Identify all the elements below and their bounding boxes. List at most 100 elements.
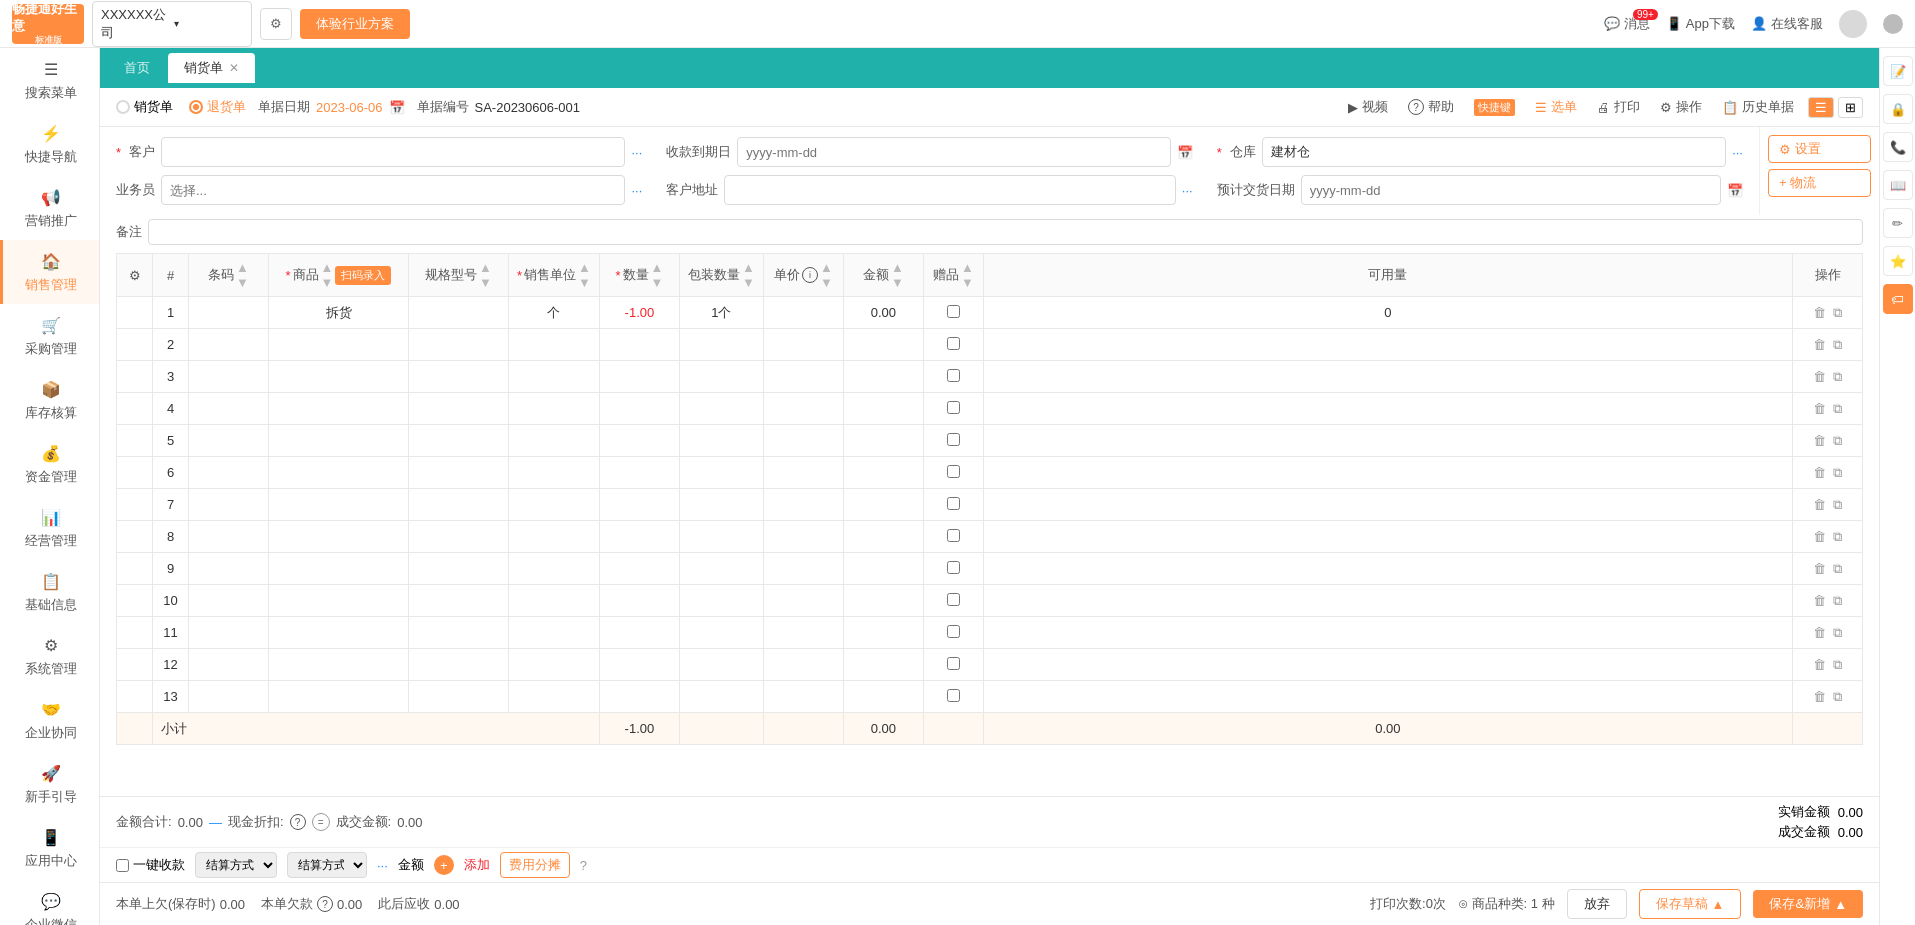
tab-sales-order[interactable]: 销货单 ✕ xyxy=(168,53,255,83)
row-product[interactable] xyxy=(269,521,409,553)
right-panel-lock-btn[interactable]: 🔒 xyxy=(1883,94,1913,124)
toolbar-operate-btn[interactable]: ⚙ 操作 xyxy=(1654,96,1708,118)
row-spec[interactable] xyxy=(409,553,509,585)
sidebar-item-marketing[interactable]: 📢 营销推广 xyxy=(0,176,99,240)
right-panel-book-btn[interactable]: 📖 xyxy=(1883,170,1913,200)
row-pkgqty[interactable] xyxy=(679,425,763,457)
view-list-btn[interactable]: ☰ xyxy=(1808,97,1834,118)
save-new-btn[interactable]: 保存&新增 ▲ xyxy=(1753,890,1863,918)
delete-icon[interactable]: 🗑 xyxy=(1813,561,1826,576)
row-amount[interactable] xyxy=(843,361,923,393)
row-qty[interactable] xyxy=(599,681,679,713)
delete-icon[interactable]: 🗑 xyxy=(1813,497,1826,512)
toolbar-video-btn[interactable]: ▶ 视频 xyxy=(1342,96,1394,118)
delete-icon[interactable]: 🗑 xyxy=(1813,593,1826,608)
tab-home[interactable]: 首页 xyxy=(108,53,166,83)
row-product[interactable] xyxy=(269,585,409,617)
scan-btn[interactable]: 扫码录入 xyxy=(335,266,391,285)
row-unit[interactable] xyxy=(509,489,600,521)
row-price[interactable] xyxy=(763,489,843,521)
row-spec[interactable] xyxy=(409,457,509,489)
sidebar-item-search-order[interactable]: ☰ 搜索菜单 xyxy=(0,48,99,112)
save-draft-btn[interactable]: 保存草稿 ▲ xyxy=(1639,889,1742,919)
row-amount[interactable] xyxy=(843,457,923,489)
sidebar-item-app-center[interactable]: 📱 应用中心 xyxy=(0,816,99,880)
settings-btn[interactable]: ⚙ 设置 xyxy=(1768,135,1871,163)
payment-method-select[interactable]: 结算方式 xyxy=(195,852,277,878)
row-spec[interactable] xyxy=(409,617,509,649)
row-spec[interactable] xyxy=(409,681,509,713)
row-price[interactable] xyxy=(763,553,843,585)
help-circle[interactable]: ? xyxy=(290,814,306,830)
toolbar-help-btn[interactable]: ? 帮助 xyxy=(1402,96,1460,118)
sidebar-item-sales-mgmt[interactable]: 🏠 销售管理 xyxy=(0,240,99,304)
sidebar-item-purchase-mgmt[interactable]: 🛒 采购管理 xyxy=(0,304,99,368)
help-icon-debt[interactable]: ? xyxy=(317,896,333,912)
delete-icon[interactable]: 🗑 xyxy=(1813,401,1826,416)
row-gift[interactable] xyxy=(923,393,983,425)
cost-help-icon[interactable]: ? xyxy=(580,858,587,873)
dash-icon[interactable]: — xyxy=(209,815,222,830)
avatar[interactable] xyxy=(1839,10,1867,38)
row-spec[interactable] xyxy=(409,649,509,681)
row-gift[interactable] xyxy=(923,425,983,457)
row-pkgqty[interactable] xyxy=(679,617,763,649)
calendar-expected-icon[interactable]: 📅 xyxy=(1727,183,1743,198)
row-barcode[interactable] xyxy=(189,297,269,329)
toolbar-print-btn[interactable]: 🖨 打印 xyxy=(1591,96,1646,118)
row-barcode[interactable] xyxy=(189,329,269,361)
row-amount[interactable] xyxy=(843,681,923,713)
right-panel-star-btn[interactable]: ⭐ xyxy=(1883,246,1913,276)
row-gift[interactable] xyxy=(923,617,983,649)
cost-split-btn[interactable]: 费用分摊 xyxy=(500,852,570,878)
delete-icon[interactable]: 🗑 xyxy=(1813,337,1826,352)
th-qty[interactable]: *数量 ▲▼ xyxy=(599,254,679,297)
th-spec[interactable]: 规格型号 ▲▼ xyxy=(409,254,509,297)
row-barcode[interactable] xyxy=(189,489,269,521)
row-gift[interactable] xyxy=(923,329,983,361)
row-spec[interactable] xyxy=(409,425,509,457)
sidebar-item-operations[interactable]: 📊 经营管理 xyxy=(0,496,99,560)
toolbar-shortcut-btn[interactable]: 快捷键 xyxy=(1468,97,1521,118)
row-gift[interactable] xyxy=(923,585,983,617)
row-spec[interactable] xyxy=(409,489,509,521)
copy-icon[interactable]: ⧉ xyxy=(1833,337,1842,352)
copy-icon[interactable]: ⧉ xyxy=(1833,657,1842,672)
row-gift[interactable] xyxy=(923,361,983,393)
row-pkgqty[interactable] xyxy=(679,649,763,681)
row-price[interactable] xyxy=(763,329,843,361)
row-amount[interactable] xyxy=(843,553,923,585)
row-spec[interactable] xyxy=(409,361,509,393)
copy-icon[interactable]: ⧉ xyxy=(1833,305,1842,320)
row-barcode[interactable] xyxy=(189,361,269,393)
row-gift[interactable] xyxy=(923,681,983,713)
sidebar-item-base-info[interactable]: 📋 基础信息 xyxy=(0,560,99,624)
message-btn[interactable]: 💬 消息 99+ xyxy=(1604,15,1650,33)
row-pkgqty[interactable] xyxy=(679,393,763,425)
sidebar-item-guide[interactable]: 🚀 新手引导 xyxy=(0,752,99,816)
row-product[interactable] xyxy=(269,393,409,425)
notes-input[interactable] xyxy=(148,219,1863,245)
one-click-checkbox[interactable] xyxy=(116,859,129,872)
row-pkgqty[interactable] xyxy=(679,521,763,553)
row-unit[interactable] xyxy=(509,585,600,617)
warehouse-input[interactable] xyxy=(1262,137,1726,167)
copy-icon[interactable]: ⧉ xyxy=(1833,401,1842,416)
th-settings[interactable]: ⚙ xyxy=(117,254,153,297)
row-product[interactable] xyxy=(269,425,409,457)
row-barcode[interactable] xyxy=(189,553,269,585)
row-price[interactable] xyxy=(763,361,843,393)
radio-return[interactable]: 退货单 xyxy=(189,98,246,116)
row-unit[interactable]: 个 xyxy=(509,297,600,329)
customer-dots-btn[interactable]: ··· xyxy=(631,145,642,160)
row-amount[interactable] xyxy=(843,585,923,617)
row-unit[interactable] xyxy=(509,521,600,553)
sidebar-item-system[interactable]: ⚙ 系统管理 xyxy=(0,624,99,688)
row-price[interactable] xyxy=(763,649,843,681)
copy-icon[interactable]: ⧉ xyxy=(1833,625,1842,640)
row-amount[interactable] xyxy=(843,329,923,361)
row-qty[interactable] xyxy=(599,361,679,393)
row-barcode[interactable] xyxy=(189,585,269,617)
row-qty[interactable] xyxy=(599,553,679,585)
row-qty[interactable]: -1.00 xyxy=(599,297,679,329)
